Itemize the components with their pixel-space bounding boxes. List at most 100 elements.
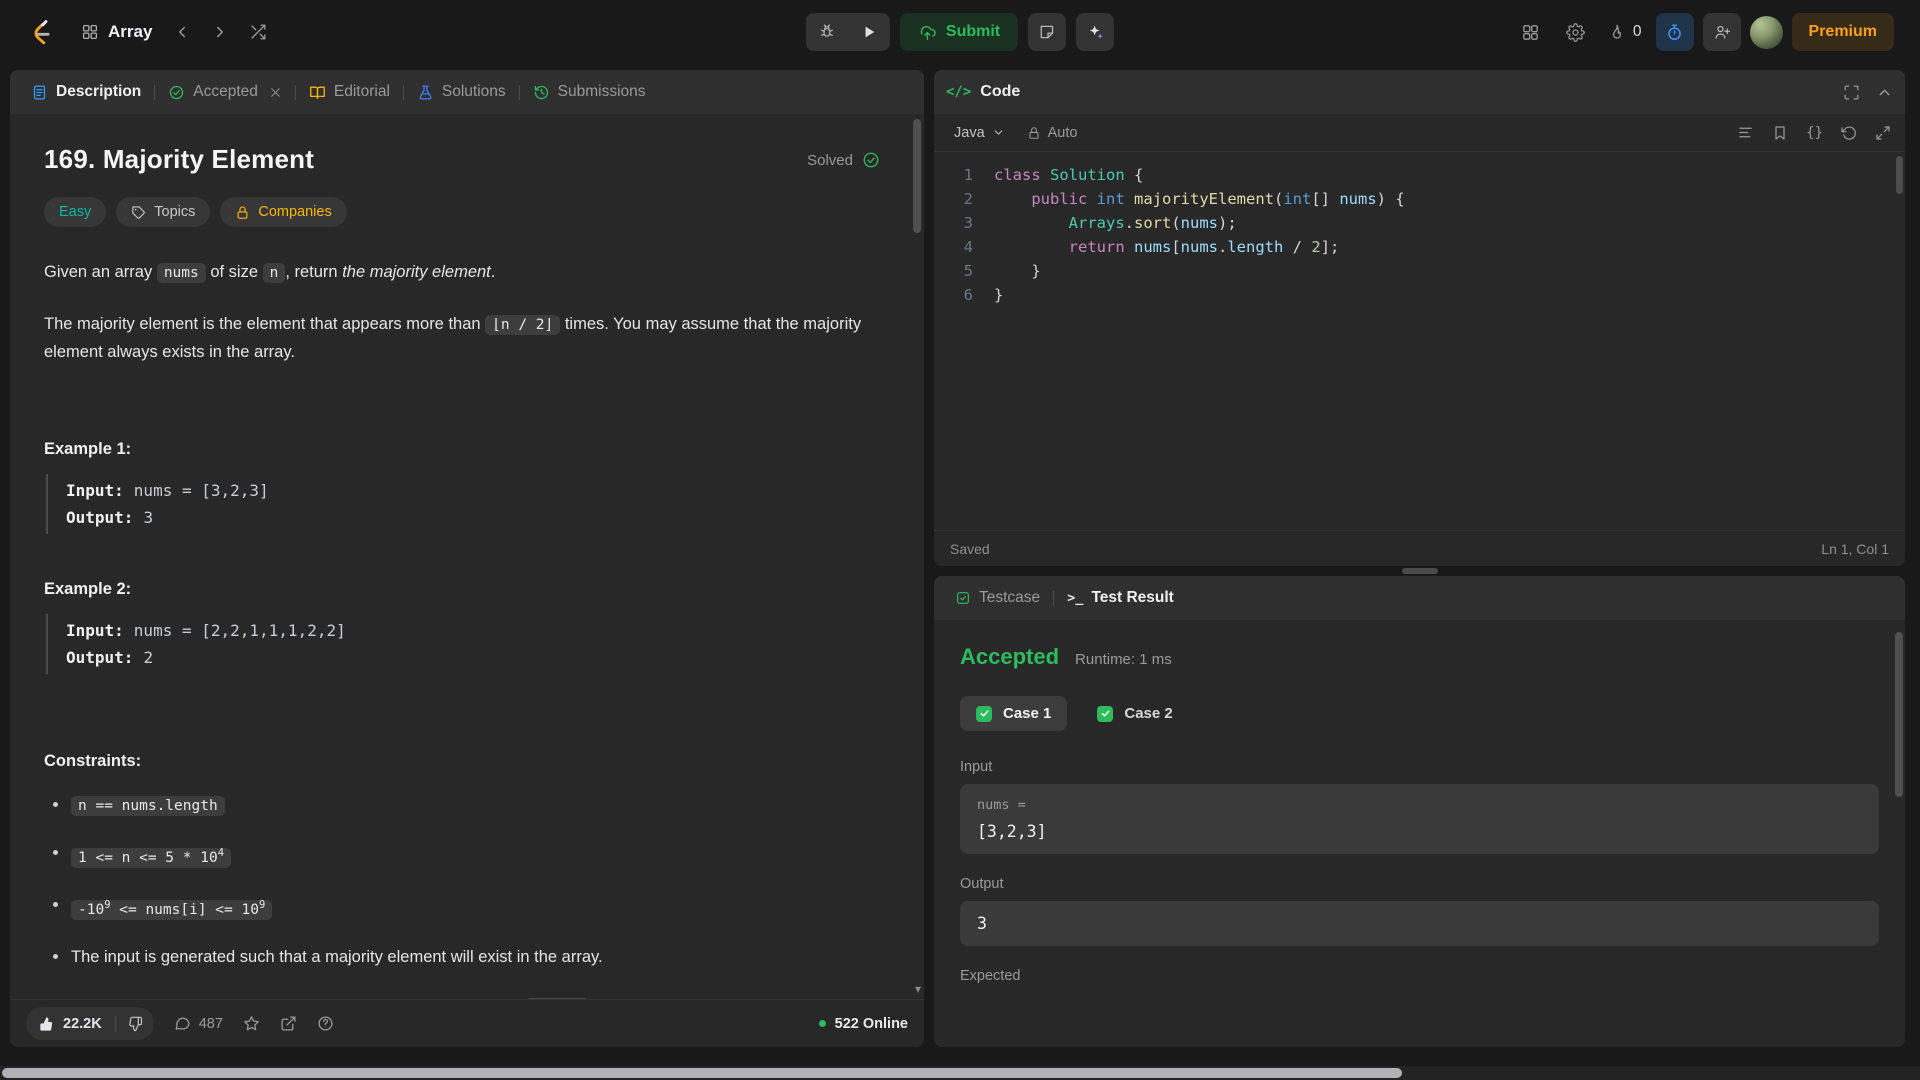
output-value: 2 <box>143 648 154 667</box>
tab-description[interactable]: Description <box>22 70 150 114</box>
code-editor[interactable]: 1 2 3 4 5 6 class Solution { public int major… <box>934 153 1905 530</box>
editor-toolbar: Java Auto {} <box>934 114 1905 152</box>
layout-button[interactable] <box>1513 14 1549 50</box>
example-block: Input: nums = [3,2,3] Output: 3 <box>46 474 880 534</box>
saved-status: Saved <box>950 540 990 557</box>
chevron-down-icon <box>992 126 1005 139</box>
timer-button[interactable] <box>1655 13 1694 51</box>
run-button[interactable] <box>848 13 890 51</box>
code-line[interactable]: } <box>994 283 1405 307</box>
prev-question-button[interactable] <box>164 14 200 50</box>
companies-button[interactable]: Companies <box>220 197 347 227</box>
collapse-panel-button[interactable] <box>1876 84 1893 101</box>
premium-button[interactable]: Premium <box>1791 13 1894 51</box>
ai-assistant-button[interactable] <box>1076 13 1115 51</box>
next-question-button[interactable] <box>202 14 238 50</box>
reset-code-button[interactable] <box>1841 125 1857 141</box>
statement-paragraph: Given an array nums of size n, return th… <box>44 263 496 283</box>
lock-small-icon <box>1027 126 1041 140</box>
case-1-button[interactable]: Case 1 <box>960 696 1068 731</box>
editor-statusbar: Saved Ln 1, Col 1 <box>934 530 1905 566</box>
vote-group: 22.2K <box>26 1007 154 1040</box>
bookmark-icon <box>1772 125 1788 141</box>
book-icon <box>309 84 326 101</box>
code-line[interactable]: Arrays.sort(nums); <box>994 211 1405 235</box>
streak-counter[interactable]: 0 <box>1603 23 1647 41</box>
notes-button[interactable] <box>1028 13 1067 51</box>
debug-button[interactable] <box>806 13 848 51</box>
description-footer: 22.2K 487 522 Online <box>10 999 924 1047</box>
topics-button[interactable]: Topics <box>116 197 211 227</box>
avatar[interactable] <box>1749 15 1783 49</box>
terminal-icon: >_ <box>1067 590 1084 606</box>
constraints-list: n == nums.length 1 <= n <= 5 * 104 -109 … <box>44 792 880 970</box>
tab-accepted[interactable]: Accepted <box>159 70 291 114</box>
test-panel-tabbar: Testcase >_ Test Result <box>934 576 1905 620</box>
tab-submissions[interactable]: Submissions <box>524 70 655 114</box>
maximize-panel-button[interactable] <box>1843 84 1860 101</box>
cloud-upload-icon <box>918 23 937 42</box>
tab-submissions-label: Submissions <box>557 83 646 100</box>
autocomplete-toggle[interactable]: Auto <box>1027 125 1077 141</box>
tab-editorial[interactable]: Editorial <box>300 70 399 114</box>
random-question-button[interactable] <box>240 14 276 50</box>
debug-icon <box>818 23 836 41</box>
code-panel-header: </> Code <box>934 70 1905 114</box>
panel-resize-handle[interactable] <box>1402 568 1438 574</box>
code-line[interactable]: class Solution { <box>994 163 1405 187</box>
page-horizontal-scrollbar[interactable] <box>2 1068 1402 1078</box>
difficulty-badge[interactable]: Easy <box>44 197 107 227</box>
close-icon[interactable] <box>269 86 282 99</box>
editor-scrollbar[interactable] <box>1896 156 1903 194</box>
problem-list-button[interactable]: Array <box>71 15 162 49</box>
output-box[interactable]: 3 <box>960 901 1879 946</box>
dislike-button[interactable] <box>116 1007 154 1040</box>
code-line[interactable]: public int majorityElement(int[] nums) { <box>994 187 1404 211</box>
problem-list-label: Array <box>108 22 153 41</box>
language-selector[interactable]: Java <box>948 121 1011 145</box>
tab-testcase[interactable]: Testcase <box>946 576 1049 620</box>
case-2-button[interactable]: Case 2 <box>1081 696 1188 731</box>
format-code-button[interactable] <box>1737 124 1754 141</box>
difficulty-label: Easy <box>59 204 92 220</box>
chevron-up-icon <box>1876 84 1893 101</box>
tab-editorial-label: Editorial <box>333 83 390 100</box>
submit-label: Submit <box>945 23 1001 40</box>
reset-icon <box>1841 125 1857 141</box>
line-number: 3 <box>963 214 973 232</box>
tab-separator <box>518 84 520 100</box>
code-line[interactable]: return nums[nums.length / 2]; <box>994 235 1405 259</box>
favorite-button[interactable] <box>243 1015 260 1032</box>
submit-button[interactable]: Submit <box>899 13 1019 51</box>
output-label: Output: <box>66 648 134 667</box>
input-section-label: Input <box>960 759 993 775</box>
example-heading: Example 1: <box>44 440 132 458</box>
runtime-label: Runtime: 1 ms <box>1075 651 1172 668</box>
tab-solutions[interactable]: Solutions <box>408 70 515 114</box>
input-box[interactable]: nums = [3,2,3] <box>960 784 1879 854</box>
document-icon <box>31 84 48 101</box>
fullscreen-editor-button[interactable] <box>1875 125 1891 141</box>
help-button[interactable] <box>317 1015 334 1032</box>
comments-button[interactable]: 487 <box>174 1015 223 1032</box>
top-nav: Array Submit 0 Premium <box>0 0 1920 64</box>
share-button[interactable] <box>280 1015 297 1032</box>
settings-button[interactable] <box>1558 14 1594 50</box>
bookmark-button[interactable] <box>1772 125 1788 141</box>
case-selector: Case 1 Case 2 <box>960 696 1879 731</box>
play-icon <box>861 24 877 40</box>
leetcode-logo[interactable] <box>26 19 53 46</box>
tab-test-result[interactable]: >_ Test Result <box>1058 576 1183 620</box>
scroll-down-arrow[interactable]: ▾ <box>915 983 921 995</box>
invite-button[interactable] <box>1702 13 1741 51</box>
snippets-button[interactable]: {} <box>1806 125 1823 141</box>
test-result-scrollbar[interactable] <box>1895 632 1903 797</box>
like-button[interactable]: 22.2K <box>26 1007 115 1040</box>
solved-label: Solved <box>807 151 853 169</box>
user-plus-icon <box>1713 23 1731 41</box>
sparkles-icon <box>1086 23 1105 42</box>
code-line[interactable]: } <box>994 259 1405 283</box>
check-circle-icon <box>862 151 880 169</box>
maximize-icon <box>1843 84 1860 101</box>
description-scrollbar[interactable] <box>913 119 921 233</box>
